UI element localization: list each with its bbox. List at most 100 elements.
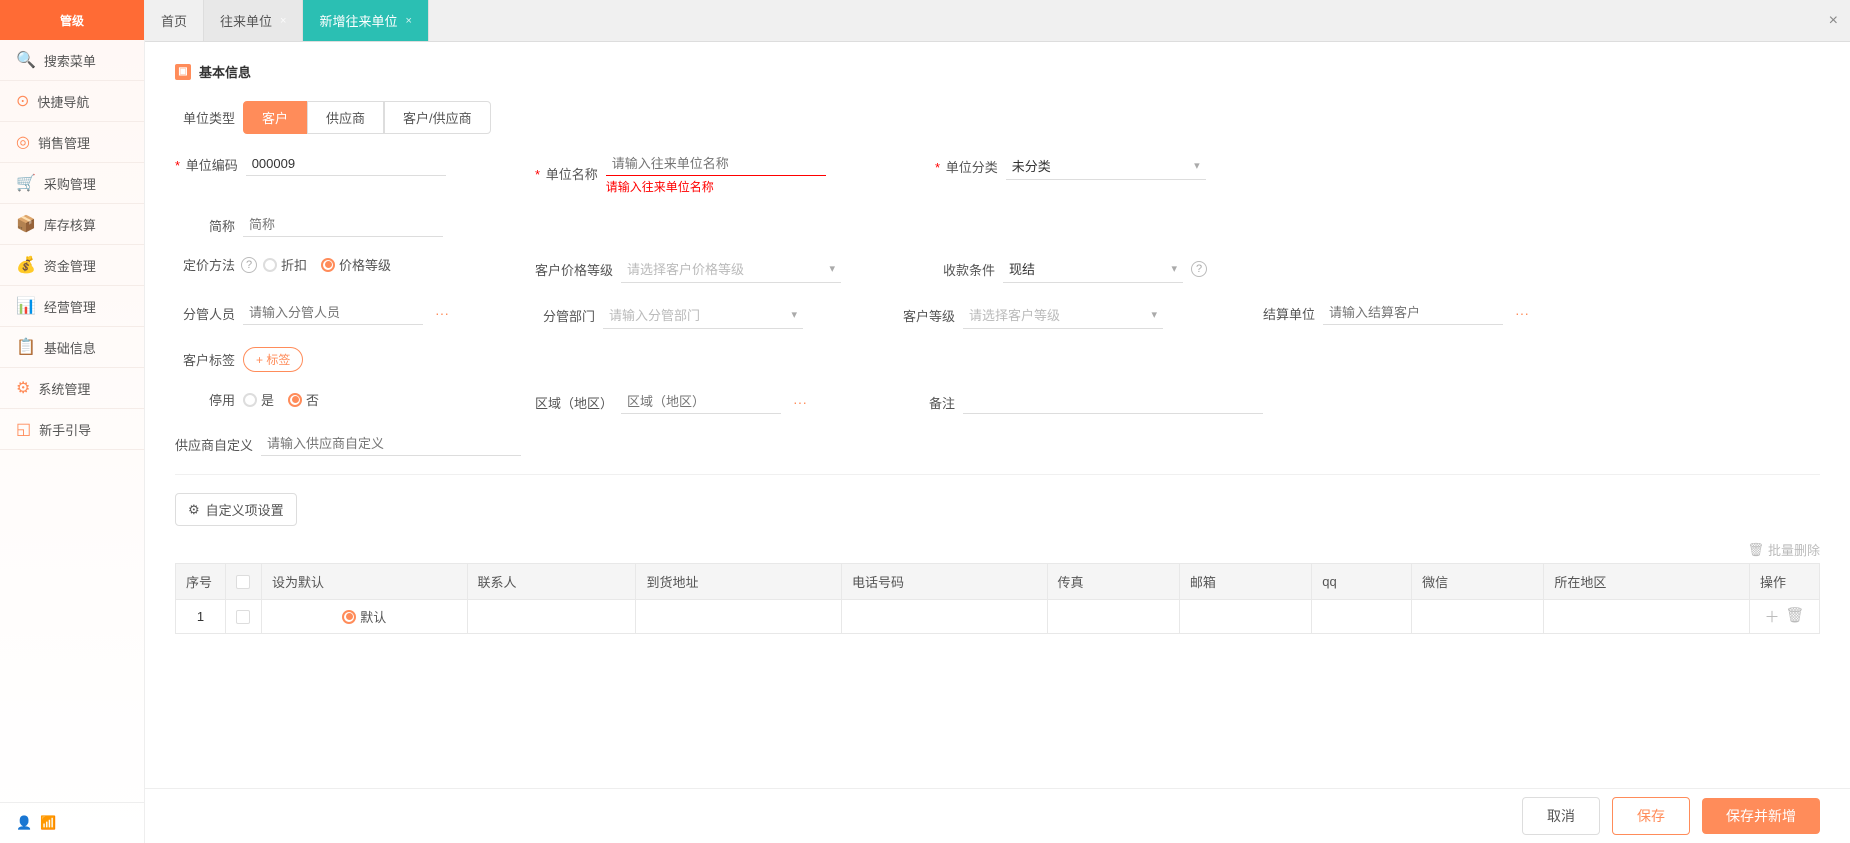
radio-dot-no bbox=[292, 396, 299, 403]
disabled-no[interactable]: 否 bbox=[288, 390, 319, 409]
row-checkbox[interactable] bbox=[236, 610, 250, 624]
custom-settings-button[interactable]: ⚙ 自定义项设置 bbox=[175, 493, 297, 526]
save-button[interactable]: 保存 bbox=[1612, 797, 1690, 835]
radio-circle-default bbox=[342, 610, 356, 624]
sidebar-bottom: 👤 📶 bbox=[0, 802, 144, 843]
customer-level-placeholder: 请选择客户等级 bbox=[969, 305, 1060, 324]
col-email: 邮箱 bbox=[1179, 564, 1311, 600]
sidebar-item-label: 搜索菜单 bbox=[44, 51, 96, 70]
customer-price-level-group: 客户价格等级 请选择客户价格等级 ▾ bbox=[535, 255, 935, 283]
customer-level-select[interactable]: 请选择客户等级 ▾ bbox=[963, 301, 1163, 329]
header-checkbox[interactable] bbox=[236, 575, 250, 589]
customer-price-level-select[interactable]: 请选择客户价格等级 ▾ bbox=[621, 255, 841, 283]
window-close-button[interactable]: × bbox=[1829, 12, 1838, 30]
row-default-radio[interactable]: 默认 bbox=[272, 607, 457, 626]
manager-dots-btn[interactable]: ··· bbox=[431, 305, 453, 321]
short-name-input[interactable] bbox=[243, 213, 443, 237]
sidebar-item-system[interactable]: ⚙ 系统管理 bbox=[0, 368, 144, 409]
settlement-unit-dots-btn[interactable]: ··· bbox=[1511, 305, 1533, 321]
sidebar: 管级 🔍 搜索菜单 ⊙ 快捷导航 ◎ 销售管理 🛒 采购管理 📦 库存核算 💰 … bbox=[0, 0, 145, 843]
chevron-down-icon: ▾ bbox=[1194, 159, 1200, 172]
unit-info-row: * 单位编码 * 单位名称 请输入往来单位名称 * 单位分类 bbox=[175, 152, 1820, 195]
sidebar-item-inventory[interactable]: 📦 库存核算 bbox=[0, 204, 144, 245]
disabled-yes[interactable]: 是 bbox=[243, 390, 274, 409]
unit-category-group: * 单位分类 未分类 ▾ bbox=[935, 152, 1295, 180]
type-btn-customer[interactable]: 客户 bbox=[243, 101, 307, 134]
tab-home[interactable]: 首页 bbox=[145, 0, 204, 41]
payment-terms-select[interactable]: 现结 ▾ bbox=[1003, 255, 1183, 283]
required-star2: * bbox=[535, 167, 540, 182]
pricing-help-icon[interactable]: ? bbox=[241, 257, 257, 273]
payment-help-icon[interactable]: ? bbox=[1191, 261, 1207, 277]
pricing-level[interactable]: 价格等级 bbox=[321, 255, 391, 274]
unit-name-error: 请输入往来单位名称 bbox=[606, 178, 826, 195]
remark-input[interactable] bbox=[963, 390, 1263, 414]
radio-circle-yes bbox=[243, 393, 257, 407]
region-input[interactable] bbox=[621, 390, 781, 414]
col-seq: 序号 bbox=[176, 564, 226, 600]
supplier-custom-input[interactable] bbox=[261, 432, 521, 456]
region-dots-btn[interactable]: ··· bbox=[789, 394, 811, 410]
sidebar-item-operations[interactable]: 📊 经营管理 bbox=[0, 286, 144, 327]
type-btn-supplier[interactable]: 供应商 bbox=[307, 101, 384, 134]
pricing-method-group: 定价方法 ? 折扣 价格等级 bbox=[175, 255, 535, 274]
settlement-unit-group: 结算单位 ··· bbox=[1255, 301, 1820, 325]
sidebar-item-sales[interactable]: ◎ 销售管理 bbox=[0, 122, 144, 163]
unit-type-btn-group: 客户 供应商 客户/供应商 bbox=[243, 101, 491, 134]
sidebar-item-quicknav[interactable]: ⊙ 快捷导航 bbox=[0, 81, 144, 122]
row-fax bbox=[1047, 600, 1179, 634]
tab-new-counterparty-close[interactable]: × bbox=[405, 15, 411, 27]
row-region bbox=[1544, 600, 1750, 634]
disabled-group: 停用 是 否 bbox=[175, 390, 535, 409]
section-title-text: 基本信息 bbox=[199, 62, 251, 81]
payment-terms-label: 收款条件 bbox=[935, 260, 995, 279]
type-btn-both[interactable]: 客户/供应商 bbox=[384, 101, 491, 134]
save-new-button[interactable]: 保存并新增 bbox=[1702, 798, 1820, 834]
sidebar-item-label: 资金管理 bbox=[44, 256, 96, 275]
sidebar-item-search[interactable]: 🔍 搜索菜单 bbox=[0, 40, 144, 81]
unit-type-row: 单位类型 客户 供应商 客户/供应商 bbox=[175, 101, 1820, 134]
disabled-no-label: 否 bbox=[306, 390, 319, 409]
home-icon: ⊙ bbox=[16, 91, 29, 111]
manager-group: 分管人员 ··· bbox=[175, 301, 535, 325]
supplier-custom-row: 供应商自定义 bbox=[175, 432, 1820, 456]
form-divider bbox=[175, 474, 1820, 475]
sidebar-item-baseinfo[interactable]: 📋 基础信息 bbox=[0, 327, 144, 368]
finance-icon: 💰 bbox=[16, 255, 36, 275]
sidebar-item-finance[interactable]: 💰 资金管理 bbox=[0, 245, 144, 286]
department-select[interactable]: 请输入分管部门 ▾ bbox=[603, 301, 803, 329]
unit-name-input[interactable] bbox=[606, 152, 826, 176]
sidebar-item-label: 采购管理 bbox=[44, 174, 96, 193]
table-row: 1 默认 bbox=[176, 600, 1820, 634]
manager-input[interactable] bbox=[243, 301, 423, 325]
pricing-discount[interactable]: 折扣 bbox=[263, 255, 307, 274]
col-region: 所在地区 bbox=[1544, 564, 1750, 600]
region-group: 区域（地区） ··· bbox=[535, 390, 895, 414]
tab-counterparty[interactable]: 往来单位 × bbox=[204, 0, 303, 41]
batch-delete-icon: 🗑 bbox=[1747, 542, 1764, 558]
cancel-button[interactable]: 取消 bbox=[1522, 797, 1600, 835]
settlement-unit-input[interactable] bbox=[1323, 301, 1503, 325]
custom-settings-label: 自定义项设置 bbox=[206, 500, 284, 519]
unit-category-label: * 单位分类 bbox=[935, 157, 998, 176]
unit-name-group: * 单位名称 请输入往来单位名称 bbox=[535, 152, 935, 195]
row-add-btn[interactable]: ＋ bbox=[1764, 606, 1779, 627]
short-name-group: 简称 bbox=[175, 213, 1820, 237]
department-placeholder: 请输入分管部门 bbox=[609, 305, 700, 324]
sidebar-item-label: 快捷导航 bbox=[37, 92, 89, 111]
pricing-method-label: 定价方法 bbox=[175, 255, 235, 274]
tab-counterparty-close[interactable]: × bbox=[280, 15, 286, 27]
row-delete-btn[interactable]: 🗑 bbox=[1785, 606, 1804, 627]
sidebar-item-purchase[interactable]: 🛒 采购管理 bbox=[0, 163, 144, 204]
radio-dot bbox=[325, 261, 332, 268]
row-default: 默认 bbox=[262, 600, 468, 634]
search-icon: 🔍 bbox=[16, 50, 36, 70]
sidebar-item-guide[interactable]: ◱ 新手引导 bbox=[0, 409, 144, 450]
sidebar-item-label: 新手引导 bbox=[39, 420, 91, 439]
unit-code-input[interactable] bbox=[246, 152, 446, 176]
add-tag-button[interactable]: + 标签 bbox=[243, 347, 303, 372]
tab-new-counterparty[interactable]: 新增往来单位 × bbox=[303, 0, 428, 41]
unit-category-select[interactable]: 未分类 ▾ bbox=[1006, 152, 1206, 180]
batch-delete-label: 批量删除 bbox=[1768, 540, 1820, 559]
pricing-row: 定价方法 ? 折扣 价格等级 客户价格等级 bbox=[175, 255, 1820, 283]
